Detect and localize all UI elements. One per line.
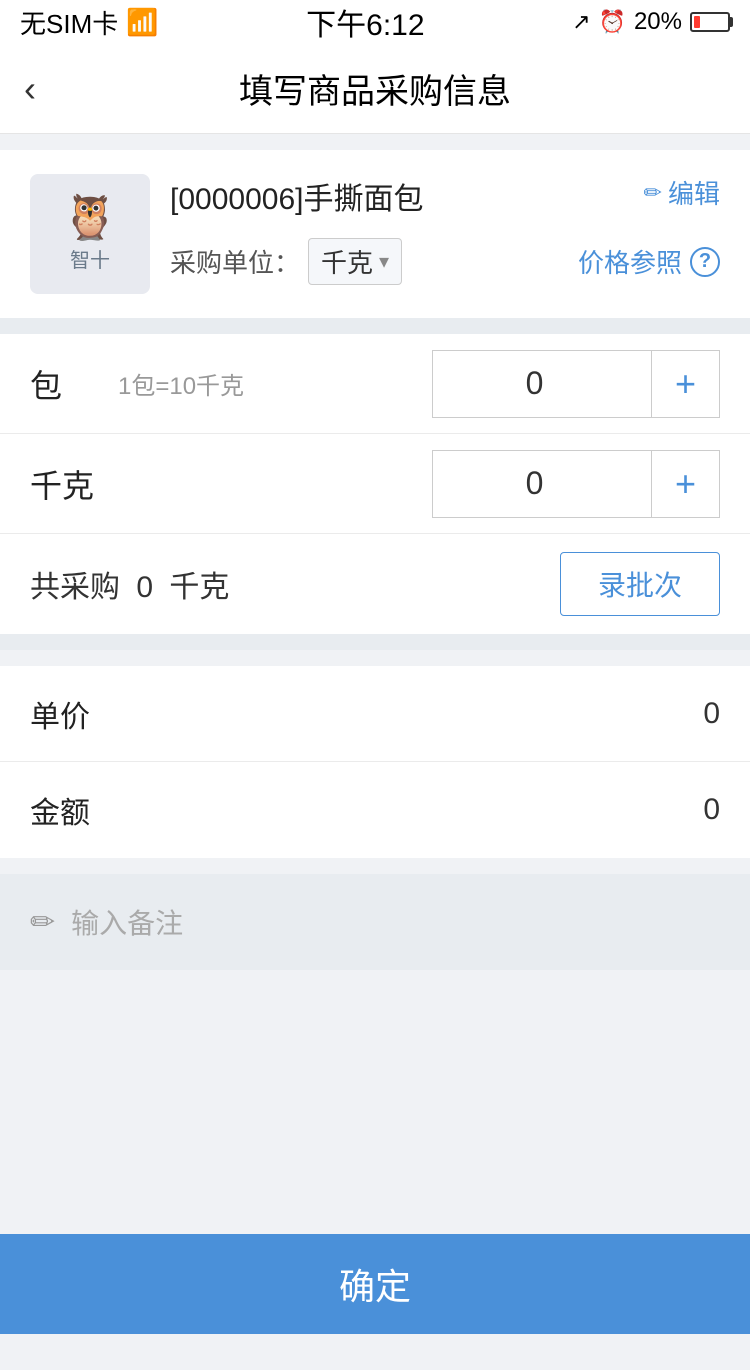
alarm-icon: ⏰ [599, 9, 626, 35]
carrier-text: 无SIM卡 [20, 4, 118, 41]
price-ref-help-icon: ? [690, 247, 720, 277]
page-title: 填写商品采购信息 [239, 64, 511, 113]
quantity-input-bao[interactable] [432, 350, 652, 418]
summary-unit: 千克 [169, 571, 229, 604]
dropdown-arrow-icon: ▾ [379, 249, 389, 274]
product-logo-icon: 🦉 [63, 196, 118, 240]
quantity-input-group-kg: + [432, 450, 720, 518]
product-info: [0000006]手撕面包 ✏ 编辑 采购单位： 千克 ▾ 价格参照 ? [170, 174, 720, 285]
nav-bar: ‹ 填写商品采购信息 [0, 44, 750, 134]
divider-2 [0, 634, 750, 650]
summary-value: 0 [136, 571, 153, 604]
pencil-icon: ✏ [30, 905, 55, 940]
summary-text: 共采购 0 千克 [30, 562, 229, 606]
back-button[interactable]: ‹ [24, 68, 36, 110]
confirm-button[interactable]: 确定 [0, 1234, 750, 1334]
quantity-input-group-bao: + [432, 350, 720, 418]
product-name-row: [0000006]手撕面包 ✏ 编辑 [170, 174, 720, 218]
unit-label: 采购单位： [170, 243, 300, 280]
product-image: 🦉 智十 [30, 174, 150, 294]
info-label-amount: 金额 [30, 788, 90, 832]
quantity-plus-kg[interactable]: + [652, 450, 720, 518]
status-right: ↗ ⏰ 20% [572, 8, 730, 36]
edit-label: 编辑 [668, 174, 720, 211]
status-bar: 无SIM卡 📶 下午6:12 ↗ ⏰ 20% [0, 0, 750, 44]
info-row-price: 单价 0 [0, 666, 750, 762]
remark-placeholder: 输入备注 [71, 902, 183, 942]
quantity-plus-bao[interactable]: + [652, 350, 720, 418]
edit-icon: ✏ [644, 180, 662, 206]
remark-section[interactable]: ✏ 输入备注 [0, 874, 750, 970]
product-logo-text: 智十 [70, 244, 110, 273]
battery-percent: 20% [634, 8, 682, 36]
purchase-unit-row: 采购单位： 千克 ▾ 价格参照 ? [170, 238, 720, 285]
info-value-price: 0 [703, 697, 720, 731]
price-ref-button[interactable]: 价格参照 ? [578, 243, 720, 280]
batch-button[interactable]: 录批次 [560, 552, 720, 616]
summary-row: 共采购 0 千克 录批次 [0, 534, 750, 634]
divider-1 [0, 318, 750, 334]
status-time: 下午6:12 [306, 0, 424, 44]
wifi-icon: 📶 [126, 7, 158, 38]
info-label-price: 单价 [30, 692, 90, 736]
info-row-amount: 金额 0 [0, 762, 750, 858]
quantity-row-kg: 千克 + [0, 434, 750, 534]
quantity-input-kg[interactable] [432, 450, 652, 518]
quantity-label-kg: 千克 [30, 461, 110, 507]
battery-icon [690, 12, 730, 32]
product-card: 🦉 智十 [0000006]手撕面包 ✏ 编辑 采购单位： 千克 ▾ 价格参照 … [0, 150, 750, 318]
info-section: 单价 0 金额 0 [0, 666, 750, 858]
edit-button[interactable]: ✏ 编辑 [644, 174, 720, 211]
product-name: [0000006]手撕面包 [170, 174, 644, 218]
quantity-row-bao: 包 1包=10千克 + [0, 334, 750, 434]
quantity-label-bao: 包 [30, 361, 110, 407]
location-icon: ↗ [572, 9, 590, 35]
unit-value: 千克 [321, 243, 373, 280]
summary-prefix: 共采购 [30, 571, 120, 604]
unit-selector[interactable]: 千克 ▾ [308, 238, 402, 285]
info-value-amount: 0 [703, 793, 720, 827]
quantity-sublabel-bao: 1包=10千克 [118, 366, 432, 401]
price-ref-label: 价格参照 [578, 243, 682, 280]
status-left: 无SIM卡 📶 [20, 4, 159, 41]
quantity-section: 包 1包=10千克 + 千克 + [0, 334, 750, 534]
